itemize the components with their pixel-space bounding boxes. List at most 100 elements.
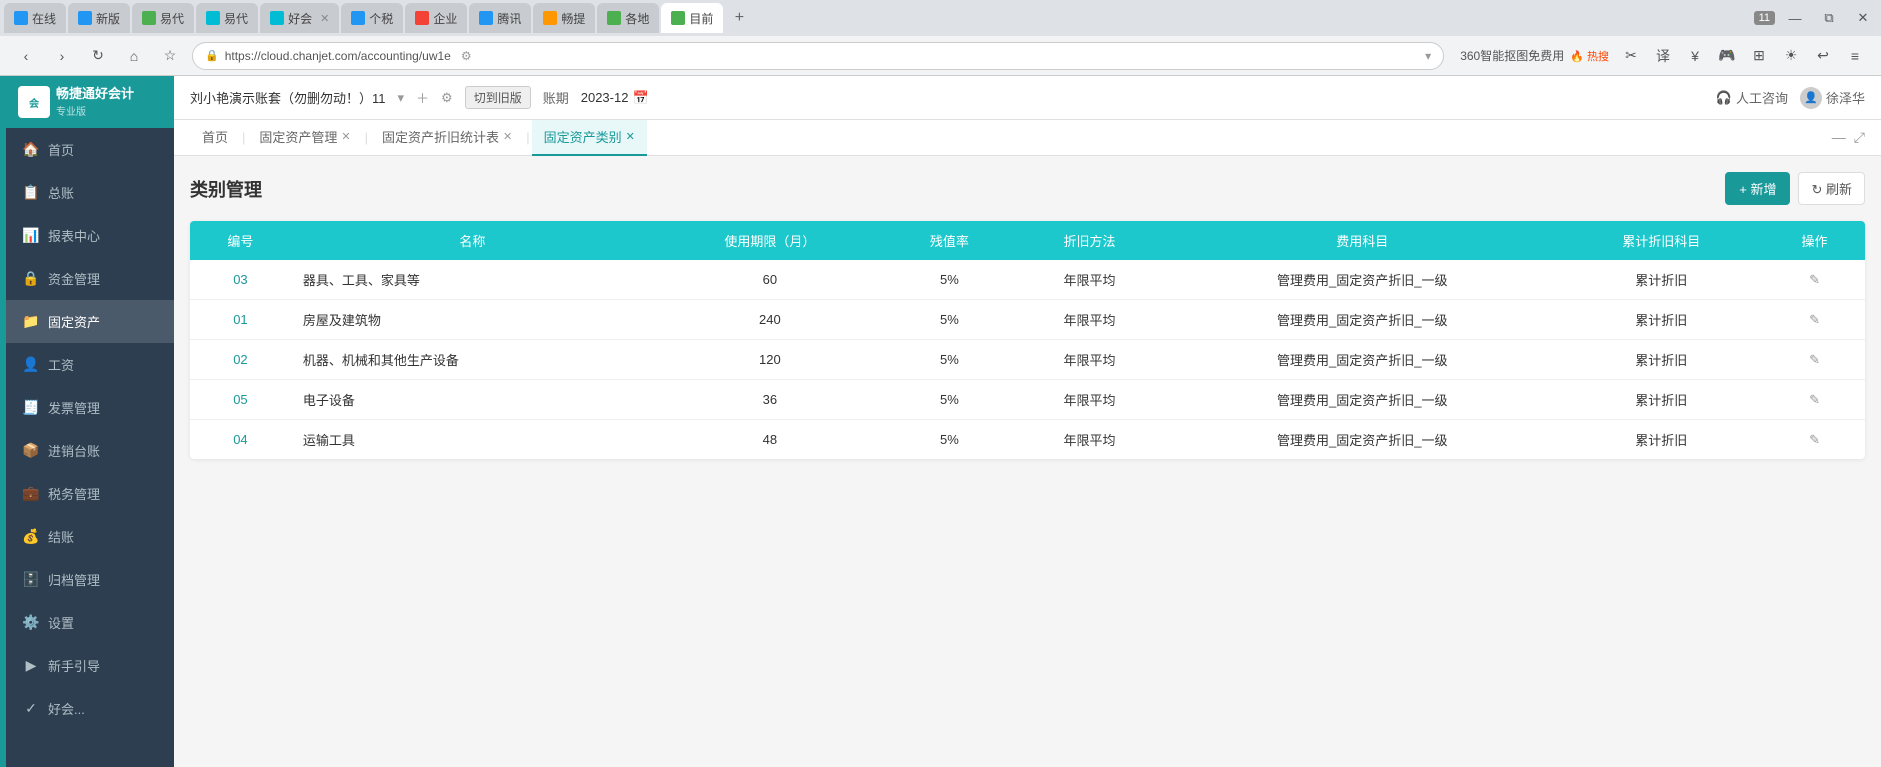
payroll-icon: 👤 <box>22 356 40 374</box>
tab-favicon <box>14 11 28 25</box>
sidebar-item-ledger[interactable]: 📋 总账 <box>6 171 174 214</box>
user-avatar-icon: 👤 <box>1800 87 1822 109</box>
tax-icon: 💼 <box>22 485 40 503</box>
browser-tab-yidai1[interactable]: 易代 <box>132 3 194 33</box>
settings-icon-header[interactable]: ⚙ <box>441 90 453 106</box>
sidebar-item-settings[interactable]: ⚙️ 设置 <box>6 601 174 644</box>
main-content: 刘小艳演示账套（勿删勿动！）11 ▾ ＋ ⚙ 切到旧版 账期 2023-12 📅… <box>174 76 1881 767</box>
cell-accum: 累计折旧 <box>1558 300 1764 340</box>
col-id: 编号 <box>190 221 291 260</box>
new-tab-button[interactable]: + <box>725 4 753 32</box>
sidebar-item-purchase[interactable]: 📦 进销台账 <box>6 429 174 472</box>
dropdown-icon[interactable]: ▾ <box>398 90 405 106</box>
hot-badge: 🔥 热搜 <box>1570 48 1609 64</box>
security-icon: 🔒 <box>205 49 219 62</box>
back-button[interactable]: ‹ <box>12 42 40 70</box>
cell-id: 04 <box>190 420 291 460</box>
sidebar-item-label: 报表中心 <box>48 226 100 245</box>
window-controls: 11 — ⧉ ✕ <box>1754 4 1877 32</box>
edit-icon[interactable]: ✎ <box>1809 272 1820 287</box>
sidebar-item-invoice[interactable]: 🧾 发票管理 <box>6 386 174 429</box>
game-icon[interactable]: 🎮 <box>1713 42 1741 70</box>
browser-tab-changti[interactable]: 畅提 <box>533 3 595 33</box>
edit-icon[interactable]: ✎ <box>1809 312 1820 327</box>
browser-tab-haohui[interactable]: 好会 ✕ <box>260 3 339 33</box>
cell-period: 48 <box>654 420 886 460</box>
browser-tab-xinban[interactable]: 新版 <box>68 3 130 33</box>
tab-close-icon[interactable]: ✕ <box>341 130 350 143</box>
add-account-icon[interactable]: ＋ <box>416 88 429 107</box>
collapse-window-icon[interactable]: — <box>1832 129 1846 146</box>
browser-tab-tengxun[interactable]: 腾讯 <box>469 3 531 33</box>
edit-icon[interactable]: ✎ <box>1809 392 1820 407</box>
tab-label: 各地 <box>625 10 649 27</box>
cell-residual: 5% <box>886 300 1013 340</box>
grid-icon[interactable]: ⊞ <box>1745 42 1773 70</box>
browser-tab-yidai2[interactable]: 易代 <box>196 3 258 33</box>
browser-tab-zaixin[interactable]: 在线 <box>4 3 66 33</box>
sidebar-item-tutorial[interactable]: ▶ 新手引导 <box>6 644 174 687</box>
menu-icon[interactable]: ≡ <box>1841 42 1869 70</box>
refresh-button[interactable]: ↻ 刷新 <box>1798 172 1865 205</box>
sidebar-item-label: 首页 <box>48 140 74 159</box>
user-info[interactable]: 👤 徐泽华 <box>1800 87 1865 109</box>
browser-tab-gedi[interactable]: 各地 <box>597 3 659 33</box>
history-icon[interactable]: ↩ <box>1809 42 1837 70</box>
tab-asset-management[interactable]: 固定资产管理 ✕ <box>247 120 362 156</box>
reports-icon: 📊 <box>22 227 40 245</box>
edit-icon[interactable]: ✎ <box>1809 432 1820 447</box>
sidebar-item-home[interactable]: 🏠 首页 <box>6 128 174 171</box>
browser-tab-muqian[interactable]: 目前 <box>661 3 723 33</box>
tab-label: 在线 <box>32 10 56 27</box>
sidebar-item-label: 结账 <box>48 527 74 546</box>
sidebar-nav: 🏠 首页 📋 总账 📊 报表中心 🔒 资金管理 📁 固定资产 👤 工资 <box>6 128 174 767</box>
restore-button[interactable]: ⧉ <box>1815 4 1843 32</box>
sidebar-item-label: 新手引导 <box>48 656 100 675</box>
home-button[interactable]: ⌂ <box>120 42 148 70</box>
tab-favicon <box>78 11 92 25</box>
edit-icon[interactable]: ✎ <box>1809 352 1820 367</box>
bookmark-button[interactable]: ☆ <box>156 42 184 70</box>
expand-window-icon[interactable]: ⤢ <box>1854 129 1865 146</box>
translate-icon[interactable]: 译 <box>1649 42 1677 70</box>
calendar-icon[interactable]: 📅 <box>632 90 648 106</box>
tab-favicon <box>142 11 156 25</box>
url-dropdown-icon[interactable]: ▾ <box>1425 49 1431 63</box>
close-button[interactable]: ✕ <box>1849 4 1877 32</box>
scissors-icon[interactable]: ✂ <box>1617 42 1645 70</box>
app-title-block: 畅捷通好会计 专业版 <box>56 86 134 118</box>
search-area[interactable]: 360智能抠图免费用 🔥 热搜 <box>1460 47 1609 64</box>
tab-asset-category[interactable]: 固定资产类别 ✕ <box>532 120 647 156</box>
add-category-button[interactable]: + 新增 <box>1725 172 1790 205</box>
sidebar-item-tax[interactable]: 💼 税务管理 <box>6 472 174 515</box>
tab-favicon <box>607 11 621 25</box>
switch-version-button[interactable]: 切到旧版 <box>465 86 531 109</box>
cell-method: 年限平均 <box>1013 420 1166 460</box>
browser-tab-qiye[interactable]: 企业 <box>405 3 467 33</box>
tab-close-icon[interactable]: ✕ <box>320 12 329 25</box>
brightness-icon[interactable]: ☀ <box>1777 42 1805 70</box>
sidebar-item-reports[interactable]: 📊 报表中心 <box>6 214 174 257</box>
tab-depreciation-report[interactable]: 固定资产折旧统计表 ✕ <box>370 120 524 156</box>
browser-tab-gesui[interactable]: 个税 <box>341 3 403 33</box>
currency-icon[interactable]: ¥ <box>1681 42 1709 70</box>
reload-button[interactable]: ↻ <box>84 42 112 70</box>
minimize-button[interactable]: — <box>1781 4 1809 32</box>
cell-action: ✎ <box>1764 380 1865 420</box>
sidebar-item-assets[interactable]: 📁 固定资产 <box>6 300 174 343</box>
support-button[interactable]: 🎧 人工咨询 <box>1716 88 1788 107</box>
col-expense: 费用科目 <box>1166 221 1558 260</box>
sidebar-item-close-account[interactable]: 💰 结账 <box>6 515 174 558</box>
tab-home[interactable]: 首页 <box>190 120 240 156</box>
tab-close-icon[interactable]: ✕ <box>626 130 635 143</box>
col-accum: 累计折旧科目 <box>1558 221 1764 260</box>
sidebar-item-payroll[interactable]: 👤 工资 <box>6 343 174 386</box>
sidebar-item-haohui[interactable]: ✓ 好会... <box>6 687 174 730</box>
cell-residual: 5% <box>886 340 1013 380</box>
tab-close-icon[interactable]: ✕ <box>503 130 512 143</box>
forward-button[interactable]: › <box>48 42 76 70</box>
url-bar[interactable]: 🔒 https://cloud.chanjet.com/accounting/u… <box>192 42 1444 70</box>
cell-expense: 管理费用_固定资产折旧_一级 <box>1166 420 1558 460</box>
sidebar-item-funds[interactable]: 🔒 资金管理 <box>6 257 174 300</box>
sidebar-item-archive[interactable]: 🗄️ 归档管理 <box>6 558 174 601</box>
